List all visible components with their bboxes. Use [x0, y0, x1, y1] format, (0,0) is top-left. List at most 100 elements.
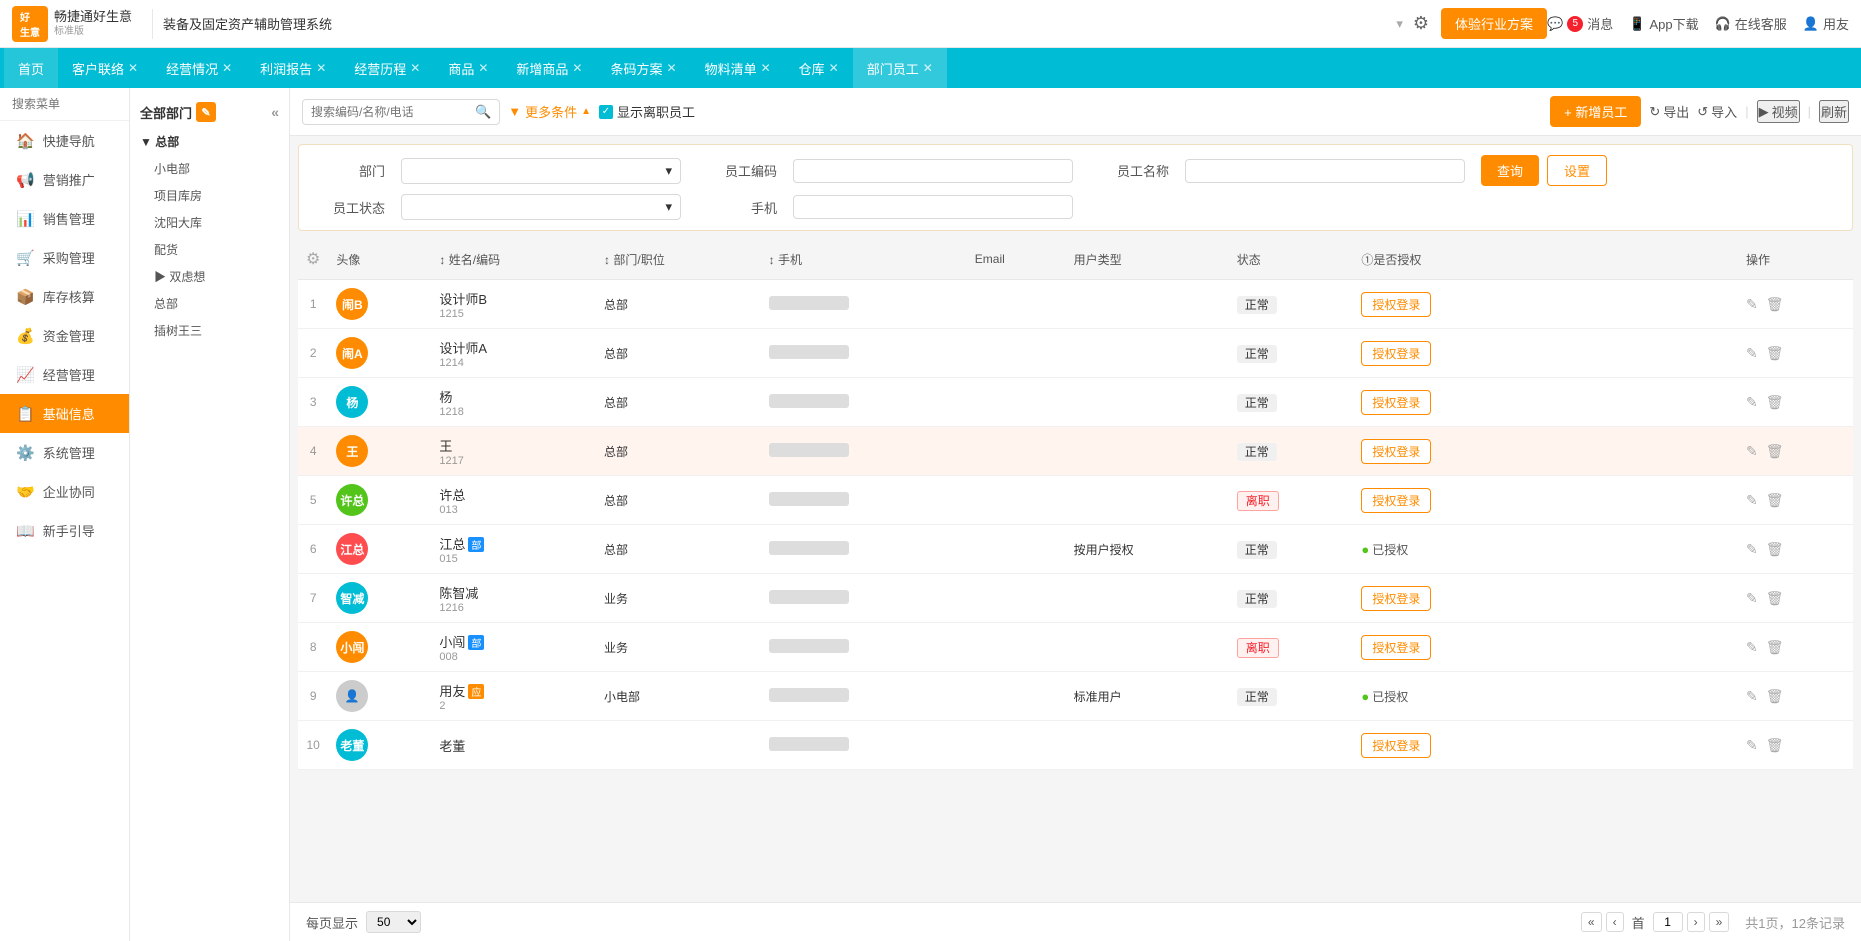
sidebar-item-finance[interactable]: 💰 资金管理: [0, 316, 129, 355]
tab-new-goods[interactable]: 新增商品✕: [502, 48, 596, 88]
delete-icon[interactable]: 🗑: [1766, 345, 1784, 362]
close-icon[interactable]: ✕: [667, 61, 677, 75]
delete-icon[interactable]: 🗑: [1766, 639, 1784, 656]
tab-bom[interactable]: 物料清单✕: [691, 48, 785, 88]
import-btn[interactable]: ↺ 导入: [1697, 102, 1737, 121]
show-resigned-toggle[interactable]: ✓ 显示离职员工: [599, 102, 695, 121]
more-filter-btn[interactable]: ▼ 更多条件 ▲: [508, 102, 591, 121]
delete-icon[interactable]: 🗑: [1766, 688, 1784, 705]
view-btn[interactable]: ▶ 视频: [1757, 100, 1800, 123]
phone-input[interactable]: [793, 195, 1073, 219]
auth-btn[interactable]: 授权登录: [1361, 390, 1431, 415]
delete-icon[interactable]: 🗑: [1766, 737, 1784, 754]
table-settings-icon[interactable]: ⚙: [306, 251, 320, 268]
app-download-btn[interactable]: 📱 App下载: [1629, 14, 1698, 33]
delete-icon[interactable]: 🗑: [1766, 296, 1784, 313]
edit-icon[interactable]: ✎: [1746, 443, 1758, 460]
dropdown-arrow[interactable]: ▾: [1396, 16, 1403, 32]
search-menu-input[interactable]: [12, 97, 130, 111]
dept-group-general[interactable]: ▼ 总部: [130, 128, 289, 155]
edit-icon[interactable]: ✎: [1746, 296, 1758, 313]
delete-icon[interactable]: 🗑: [1766, 541, 1784, 558]
dept-item-shenyang[interactable]: 沈阳大库: [130, 209, 289, 236]
first-page-btn[interactable]: «: [1581, 912, 1602, 932]
dept-item-hq[interactable]: 总部: [130, 290, 289, 317]
close-icon[interactable]: ✕: [923, 61, 933, 75]
last-page-btn[interactable]: »: [1709, 912, 1730, 932]
edit-icon[interactable]: ✎: [1746, 492, 1758, 509]
delete-icon[interactable]: 🗑: [1766, 590, 1784, 607]
tab-client[interactable]: 客户联络✕: [58, 48, 152, 88]
query-btn[interactable]: 查询: [1481, 155, 1539, 186]
service-btn[interactable]: 🎧 在线客服: [1715, 14, 1787, 33]
per-page-select[interactable]: 50 20 100: [366, 911, 421, 933]
edit-icon[interactable]: ✎: [1746, 688, 1758, 705]
tab-warehouse[interactable]: 仓库✕: [785, 48, 853, 88]
sidebar-item-sales[interactable]: 📊 销售管理: [0, 199, 129, 238]
edit-icon[interactable]: ✎: [1746, 590, 1758, 607]
tab-employee[interactable]: 部门员工✕: [853, 48, 947, 88]
delete-icon[interactable]: 🗑: [1766, 394, 1784, 411]
tab-goods[interactable]: 商品✕: [434, 48, 502, 88]
resigned-checkbox[interactable]: ✓: [599, 105, 613, 119]
auth-btn[interactable]: 授权登录: [1361, 586, 1431, 611]
edit-icon[interactable]: ✎: [1746, 737, 1758, 754]
emp-name-input[interactable]: [1185, 159, 1465, 183]
dept-item-tree-king[interactable]: 插树王三: [130, 317, 289, 344]
auth-btn[interactable]: 授权登录: [1361, 439, 1431, 464]
close-icon[interactable]: ✕: [128, 61, 138, 75]
filter-settings-btn[interactable]: 设置: [1547, 155, 1607, 186]
auth-btn[interactable]: 授权登录: [1361, 292, 1431, 317]
sidebar-item-collab[interactable]: 🤝 企业协同: [0, 472, 129, 511]
sidebar-item-base[interactable]: 📋 基础信息: [0, 394, 129, 433]
close-icon[interactable]: ✕: [478, 61, 488, 75]
edit-icon[interactable]: ✎: [1746, 345, 1758, 362]
edit-icon[interactable]: ✎: [1746, 639, 1758, 656]
auth-btn[interactable]: 授权登录: [1361, 635, 1431, 660]
close-icon[interactable]: ✕: [316, 61, 326, 75]
sidebar-item-system[interactable]: ⚙️ 系统管理: [0, 433, 129, 472]
page-number-input[interactable]: [1653, 912, 1683, 932]
gear-button[interactable]: ⚙: [1413, 13, 1429, 34]
delete-icon[interactable]: 🗑: [1766, 492, 1784, 509]
next-page-btn[interactable]: ›: [1687, 912, 1705, 932]
dept-item-small-elec[interactable]: 小电部: [130, 155, 289, 182]
dept-select[interactable]: ▾: [401, 158, 681, 184]
close-icon[interactable]: ✕: [761, 61, 771, 75]
tab-barcode[interactable]: 条码方案✕: [596, 48, 690, 88]
auth-btn[interactable]: 授权登录: [1361, 341, 1431, 366]
dept-item-double[interactable]: ▶ 双虑想: [130, 263, 289, 290]
auth-btn[interactable]: 授权登录: [1361, 488, 1431, 513]
export-btn[interactable]: ↻ 导出: [1649, 102, 1689, 121]
edit-icon[interactable]: ✎: [1746, 394, 1758, 411]
tab-home[interactable]: 首页: [4, 48, 58, 88]
add-employee-btn[interactable]: + 新增员工: [1550, 96, 1641, 127]
close-icon[interactable]: ✕: [572, 61, 582, 75]
close-icon[interactable]: ✕: [222, 61, 232, 75]
dept-collapse-btn[interactable]: «: [271, 104, 279, 120]
tab-operation[interactable]: 经营情况✕: [152, 48, 246, 88]
sidebar-item-quicknav[interactable]: 🏠 快捷导航: [0, 121, 129, 160]
delete-icon[interactable]: 🗑: [1766, 443, 1784, 460]
tab-history[interactable]: 经营历程✕: [340, 48, 434, 88]
sidebar-item-guide[interactable]: 📖 新手引导: [0, 511, 129, 550]
print-btn[interactable]: 刷新: [1819, 100, 1849, 123]
sidebar-item-biz[interactable]: 📈 经营管理: [0, 355, 129, 394]
dept-edit-icon[interactable]: ✎: [196, 102, 216, 122]
emp-code-input[interactable]: [793, 159, 1073, 183]
close-icon[interactable]: ✕: [410, 61, 420, 75]
dept-item-delivery[interactable]: 配货: [130, 236, 289, 263]
tab-profit[interactable]: 利润报告✕: [246, 48, 340, 88]
auth-btn[interactable]: 授权登录: [1361, 733, 1431, 758]
close-icon[interactable]: ✕: [829, 61, 839, 75]
sidebar-item-inventory[interactable]: 📦 库存核算: [0, 277, 129, 316]
search-input[interactable]: [311, 105, 471, 119]
prev-page-btn[interactable]: ‹: [1606, 912, 1624, 932]
status-select[interactable]: ▾: [401, 194, 681, 220]
dept-item-project-room[interactable]: 项目库房: [130, 182, 289, 209]
user-btn[interactable]: 👤 用友: [1803, 14, 1849, 33]
message-btn[interactable]: 💬 5 消息: [1547, 14, 1613, 33]
edit-icon[interactable]: ✎: [1746, 541, 1758, 558]
sidebar-item-purchase[interactable]: 🛒 采购管理: [0, 238, 129, 277]
trial-button[interactable]: 体验行业方案: [1441, 8, 1547, 39]
